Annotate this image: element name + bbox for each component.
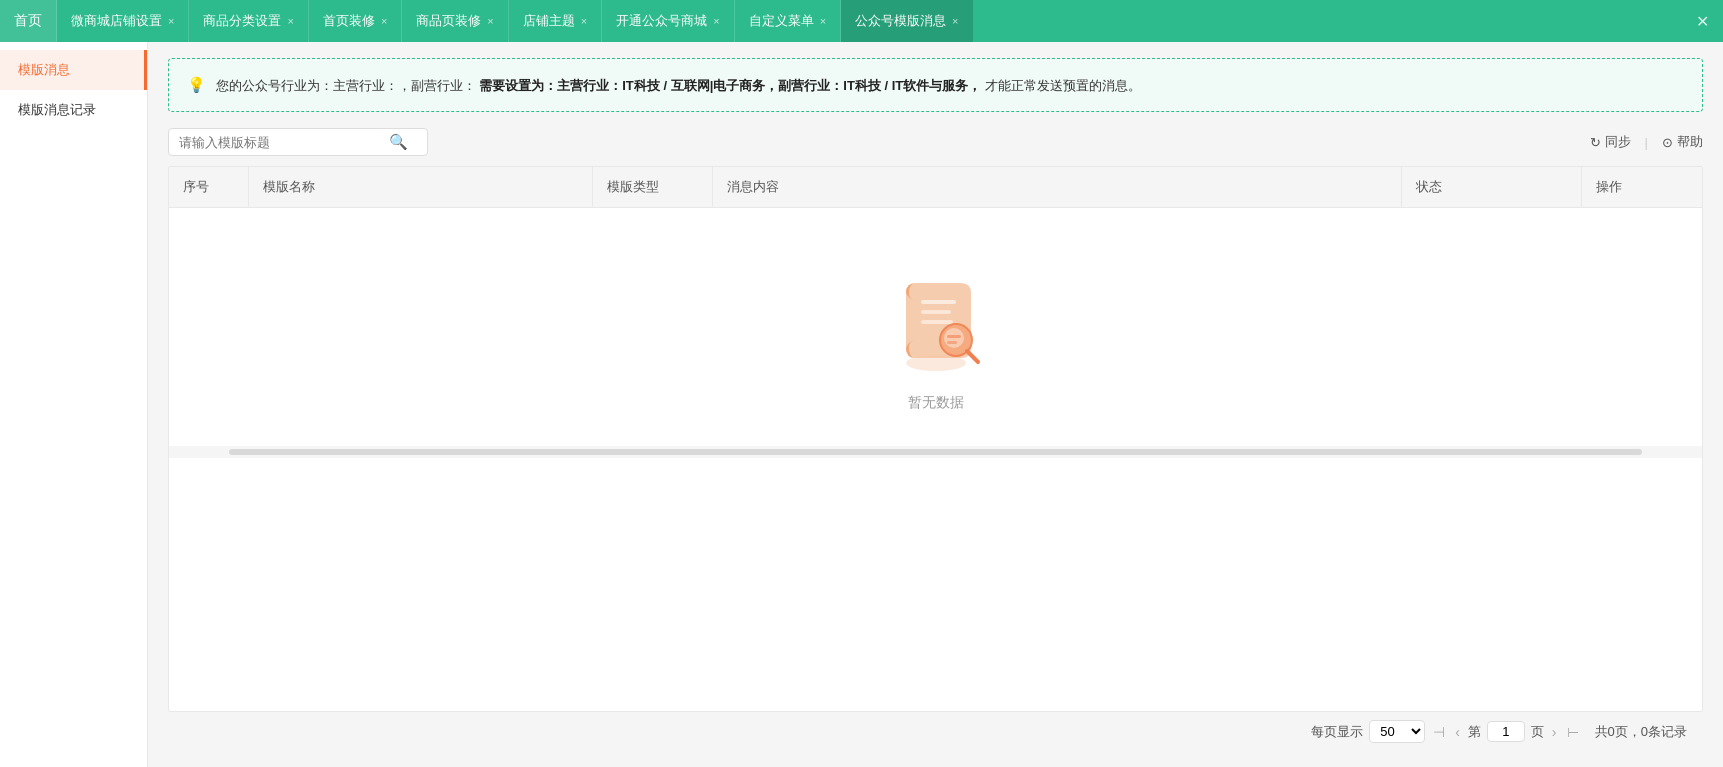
nav-tab-template-msg[interactable]: 公众号模版消息× [841, 0, 973, 42]
close-tab-shop-setting[interactable]: × [168, 15, 174, 27]
page-unit: 页 [1531, 723, 1544, 741]
close-all-button[interactable]: ✕ [1682, 12, 1723, 31]
close-tab-product-decor[interactable]: × [487, 15, 493, 27]
col-content: 消息内容 [713, 167, 1402, 207]
nav-tab-custom-menu[interactable]: 自定义菜单× [735, 0, 841, 42]
sidebar: 模版消息模版消息记录 [0, 42, 148, 767]
empty-icon [881, 268, 991, 378]
nav-tab-home[interactable]: 首页 [0, 0, 57, 42]
sync-icon: ↻ [1590, 135, 1601, 150]
nav-tab-home-decor[interactable]: 首页装修× [309, 0, 402, 42]
last-page-button[interactable]: ⊢ [1565, 724, 1581, 740]
sync-label: 同步 [1605, 133, 1631, 151]
notice-box: 💡 您的公众号行业为：主营行业：，副营行业： 需要设置为：主营行业：IT科技 /… [168, 58, 1703, 112]
notice-icon: 💡 [187, 76, 206, 93]
close-tab-custom-menu[interactable]: × [820, 15, 826, 27]
svg-line-6 [967, 351, 978, 362]
close-tab-home-decor[interactable]: × [381, 15, 387, 27]
svg-rect-3 [921, 320, 953, 324]
svg-rect-8 [947, 341, 957, 344]
search-icon[interactable]: 🔍 [389, 133, 408, 151]
close-tab-template-msg[interactable]: × [952, 15, 958, 27]
table-header: 序号 模版名称 模版类型 消息内容 状态 操作 [169, 167, 1702, 208]
first-page-button[interactable]: ⊣ [1431, 724, 1447, 740]
close-tab-open-mall[interactable]: × [713, 15, 719, 27]
page-size-label: 每页显示 [1311, 723, 1363, 741]
col-index: 序号 [169, 167, 249, 207]
total-info: 共0页，0条记录 [1595, 723, 1687, 741]
nav-tab-product-decor[interactable]: 商品页装修× [402, 0, 508, 42]
page-number-input[interactable] [1487, 721, 1525, 742]
nav-tab-open-mall[interactable]: 开通公众号商城× [602, 0, 734, 42]
search-input[interactable] [179, 135, 389, 150]
col-name: 模版名称 [249, 167, 593, 207]
empty-state: 暂无数据 [169, 208, 1702, 442]
notice-highlight: 需要设置为：主营行业：IT科技 / 互联网|电子商务，副营行业：IT科技 / I… [479, 78, 981, 93]
help-icon: ⊙ [1662, 135, 1673, 150]
next-page-button[interactable]: › [1550, 724, 1559, 740]
empty-text: 暂无数据 [908, 394, 964, 412]
close-tab-category-setting[interactable]: × [287, 15, 293, 27]
svg-rect-1 [921, 300, 956, 304]
help-label: 帮助 [1677, 133, 1703, 151]
prev-page-button[interactable]: ‹ [1453, 724, 1462, 740]
nav-tab-category-setting[interactable]: 商品分类设置× [189, 0, 308, 42]
nav-tab-shop-setting[interactable]: 微商城店铺设置× [57, 0, 189, 42]
close-tab-shop-theme[interactable]: × [581, 15, 587, 27]
col-action: 操作 [1582, 167, 1702, 207]
search-bar: 🔍 ↻ 同步 | ⊙ 帮助 [168, 128, 1703, 156]
horizontal-scrollbar[interactable] [169, 446, 1702, 458]
svg-rect-7 [947, 335, 961, 338]
page-label: 第 [1468, 723, 1481, 741]
main-content: 💡 您的公众号行业为：主营行业：，副营行业： 需要设置为：主营行业：IT科技 /… [148, 42, 1723, 767]
divider: | [1645, 135, 1648, 150]
sidebar-item-template-record[interactable]: 模版消息记录 [0, 90, 147, 130]
nav-tab-shop-theme[interactable]: 店铺主题× [509, 0, 602, 42]
page-size-select[interactable]: 102050100 [1369, 720, 1425, 743]
notice-prefix: 您的公众号行业为：主营行业：，副营行业： [216, 78, 476, 93]
top-navigation: 首页微商城店铺设置×商品分类设置×首页装修×商品页装修×店铺主题×开通公众号商城… [0, 0, 1723, 42]
sync-button[interactable]: ↻ 同步 [1590, 133, 1631, 151]
table-container: 序号 模版名称 模版类型 消息内容 状态 操作 [168, 166, 1703, 712]
search-actions: ↻ 同步 | ⊙ 帮助 [1590, 133, 1703, 151]
pagination: 每页显示 102050100 ⊣ ‹ 第 页 › ⊢ 共0页，0条记录 [168, 712, 1703, 751]
help-button[interactable]: ⊙ 帮助 [1662, 133, 1703, 151]
notice-suffix: 才能正常发送预置的消息。 [985, 78, 1141, 93]
search-input-wrap[interactable]: 🔍 [168, 128, 428, 156]
svg-rect-2 [921, 310, 951, 314]
col-status: 状态 [1402, 167, 1582, 207]
scrollbar-track [229, 449, 1642, 455]
col-type: 模版类型 [593, 167, 713, 207]
page-layout: 模版消息模版消息记录 💡 您的公众号行业为：主营行业：，副营行业： 需要设置为：… [0, 42, 1723, 767]
sidebar-item-template-msg[interactable]: 模版消息 [0, 50, 147, 90]
